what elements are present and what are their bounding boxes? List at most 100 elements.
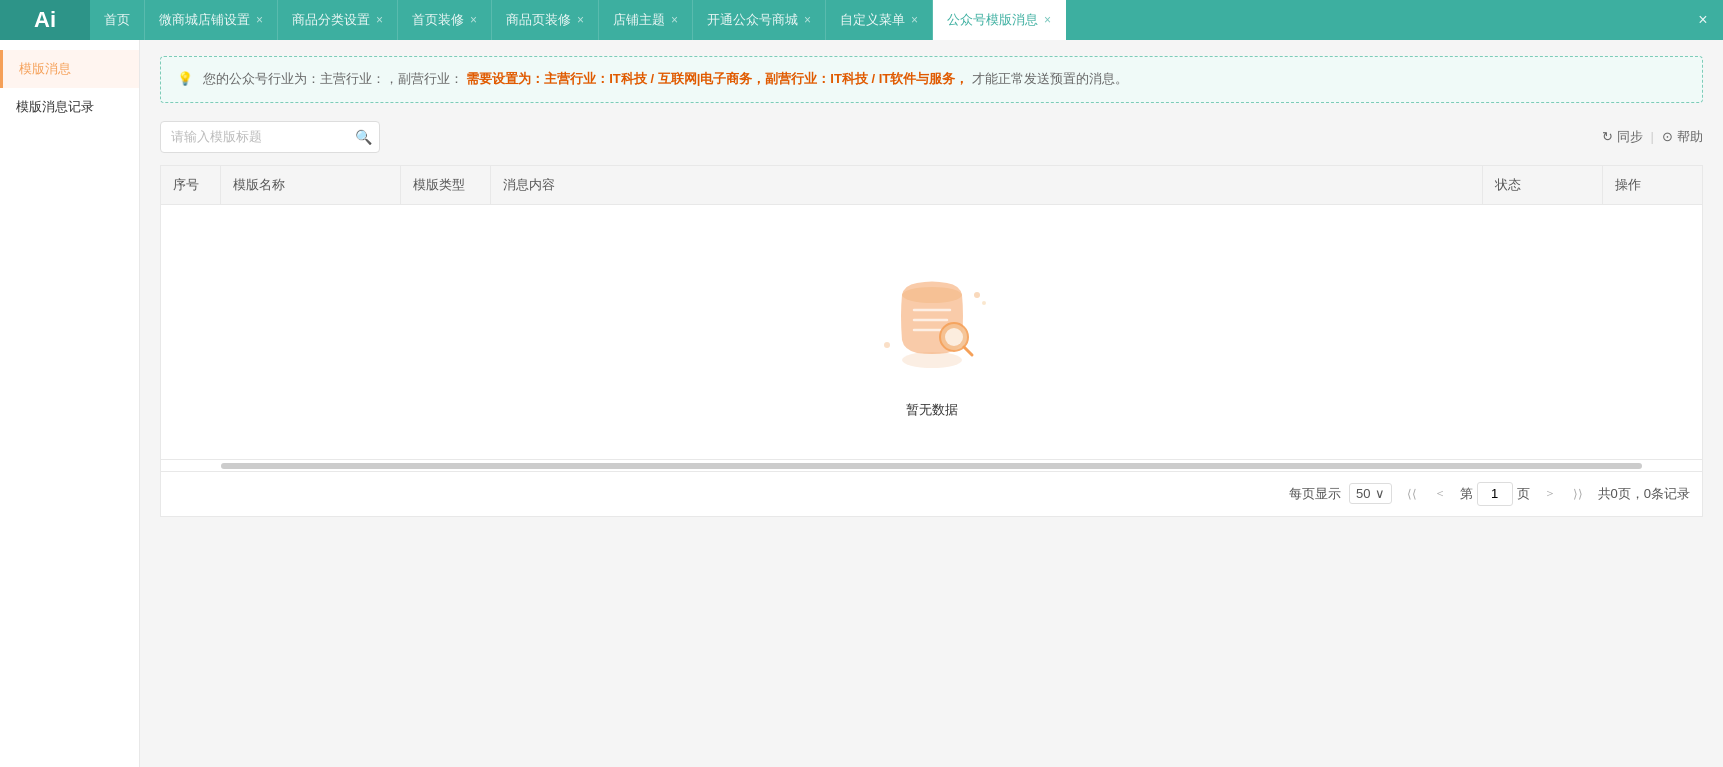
search-input[interactable] [160, 121, 380, 153]
first-page-icon: ⟨⟨ [1407, 487, 1417, 501]
col-seq-label: 序号 [173, 177, 199, 192]
tab-template-message-close[interactable]: × [1044, 13, 1051, 27]
tab-home[interactable]: 首页 [90, 0, 145, 40]
tab-template-message[interactable]: 公众号模版消息 × [933, 0, 1066, 40]
search-bar: 🔍 ↻ 同步 | ⊙ 帮助 [160, 121, 1703, 153]
pagination: 每页显示 50 ∨ ⟨⟨ ＜ 第 页 ＞ [160, 472, 1703, 517]
next-page-icon: ＞ [1544, 485, 1556, 502]
page-input-wrap: 第 页 [1460, 482, 1530, 506]
tab-store-theme[interactable]: 店铺主题 × [599, 0, 693, 40]
svg-line-7 [964, 347, 972, 355]
sidebar-item-template-record[interactable]: 模版消息记录 [0, 88, 139, 126]
logo-text: Ai [34, 7, 56, 33]
search-bar-left: 🔍 [160, 121, 380, 153]
empty-illustration [872, 265, 992, 385]
global-close-icon: × [1698, 11, 1707, 29]
sync-button[interactable]: ↻ 同步 [1602, 128, 1643, 146]
table-header: 序号 模版名称 模版类型 消息内容 状态 操作 [161, 165, 1703, 204]
tab-shop-settings-close[interactable]: × [256, 13, 263, 27]
svg-point-8 [974, 292, 980, 298]
col-type: 模版类型 [401, 165, 491, 204]
col-action-label: 操作 [1615, 177, 1641, 192]
sidebar: 模版消息 模版消息记录 [0, 40, 140, 767]
tab-home-label: 首页 [104, 11, 130, 29]
per-page-label: 每页显示 [1289, 485, 1341, 503]
data-table: 序号 模版名称 模版类型 消息内容 状态 操作 [160, 165, 1703, 205]
tab-home-decor-label: 首页装修 [412, 11, 464, 29]
page-label-post: 页 [1517, 485, 1530, 503]
col-content: 消息内容 [491, 165, 1483, 204]
tab-open-wechat-mall-label: 开通公众号商城 [707, 11, 798, 29]
help-icon: ⊙ [1662, 129, 1673, 144]
tab-home-decor-close[interactable]: × [470, 13, 477, 27]
sidebar-item-template-message[interactable]: 模版消息 [0, 50, 139, 88]
notice-highlight: 需要设置为：主营行业：IT科技 / 互联网|电子商务，副营行业：IT科技 / I… [466, 71, 968, 86]
svg-point-0 [902, 352, 962, 368]
per-page-select[interactable]: 50 ∨ [1349, 483, 1391, 504]
svg-point-6 [945, 328, 963, 346]
col-name: 模版名称 [221, 165, 401, 204]
tab-shop-settings[interactable]: 微商城店铺设置 × [145, 0, 278, 40]
notice-box: 💡 您的公众号行业为：主营行业：，副营行业： 需要设置为：主营行业：IT科技 /… [160, 56, 1703, 103]
search-icon[interactable]: 🔍 [355, 129, 372, 145]
top-nav: Ai 首页 微商城店铺设置 × 商品分类设置 × 首页装修 × 商品页装修 × … [0, 0, 1723, 40]
total-info: 共0页，0条记录 [1598, 485, 1690, 503]
empty-text: 暂无数据 [906, 401, 958, 419]
col-name-label: 模版名称 [233, 177, 285, 192]
main-layout: 模版消息 模版消息记录 💡 您的公众号行业为：主营行业：，副营行业： 需要设置为… [0, 40, 1723, 767]
help-button[interactable]: ⊙ 帮助 [1662, 128, 1703, 146]
tab-template-message-label: 公众号模版消息 [947, 11, 1038, 29]
last-page-button[interactable]: ⟩⟩ [1566, 482, 1590, 506]
toolbar-divider: | [1651, 129, 1654, 144]
tab-product-decor-close[interactable]: × [577, 13, 584, 27]
search-input-wrap: 🔍 [160, 121, 380, 153]
scrollbar-area[interactable] [160, 460, 1703, 472]
page-label-pre: 第 [1460, 485, 1473, 503]
sidebar-item-template-message-label: 模版消息 [19, 61, 71, 76]
tab-store-theme-label: 店铺主题 [613, 11, 665, 29]
col-seq: 序号 [161, 165, 221, 204]
notice-text-after: 才能正常发送预置的消息。 [972, 71, 1128, 86]
first-page-button[interactable]: ⟨⟨ [1400, 482, 1424, 506]
sync-icon: ↻ [1602, 129, 1613, 144]
tab-open-wechat-mall[interactable]: 开通公众号商城 × [693, 0, 826, 40]
tab-category-settings-close[interactable]: × [376, 13, 383, 27]
svg-point-9 [982, 301, 986, 305]
content-area: 💡 您的公众号行业为：主营行业：，副营行业： 需要设置为：主营行业：IT科技 /… [140, 40, 1723, 767]
bulb-icon: 💡 [177, 71, 193, 86]
sidebar-item-template-record-label: 模版消息记录 [16, 99, 94, 114]
tab-store-theme-close[interactable]: × [671, 13, 678, 27]
tab-product-decor-label: 商品页装修 [506, 11, 571, 29]
global-close-button[interactable]: × [1683, 0, 1723, 40]
prev-page-icon: ＜ [1434, 485, 1446, 502]
tab-product-decor[interactable]: 商品页装修 × [492, 0, 599, 40]
tab-custom-menu-label: 自定义菜单 [840, 11, 905, 29]
tab-custom-menu[interactable]: 自定义菜单 × [826, 0, 933, 40]
page-nav: ⟨⟨ ＜ [1400, 482, 1452, 506]
sync-label: 同步 [1617, 128, 1643, 146]
per-page-value: 50 [1356, 486, 1370, 501]
per-page-dropdown-icon: ∨ [1375, 486, 1385, 501]
tab-bar: 首页 微商城店铺设置 × 商品分类设置 × 首页装修 × 商品页装修 × 店铺主… [90, 0, 1683, 40]
tab-open-wechat-mall-close[interactable]: × [804, 13, 811, 27]
scrollbar-track[interactable] [221, 463, 1642, 469]
tab-custom-menu-close[interactable]: × [911, 13, 918, 27]
help-label: 帮助 [1677, 128, 1703, 146]
col-status: 状态 [1483, 165, 1603, 204]
notice-text-before: 您的公众号行业为：主营行业：，副营行业： [203, 71, 463, 86]
search-bar-right: ↻ 同步 | ⊙ 帮助 [1602, 128, 1703, 146]
page-nav-right: ＞ ⟩⟩ [1538, 482, 1590, 506]
next-page-button[interactable]: ＞ [1538, 482, 1562, 506]
prev-page-button[interactable]: ＜ [1428, 482, 1452, 506]
empty-state: 暂无数据 [160, 205, 1703, 460]
svg-point-10 [884, 342, 890, 348]
col-type-label: 模版类型 [413, 177, 465, 192]
tab-category-settings[interactable]: 商品分类设置 × [278, 0, 398, 40]
col-content-label: 消息内容 [503, 177, 555, 192]
col-status-label: 状态 [1495, 177, 1521, 192]
page-number-input[interactable] [1477, 482, 1513, 506]
col-action: 操作 [1603, 165, 1703, 204]
logo: Ai [0, 0, 90, 40]
tab-home-decor[interactable]: 首页装修 × [398, 0, 492, 40]
svg-point-1 [902, 287, 962, 303]
